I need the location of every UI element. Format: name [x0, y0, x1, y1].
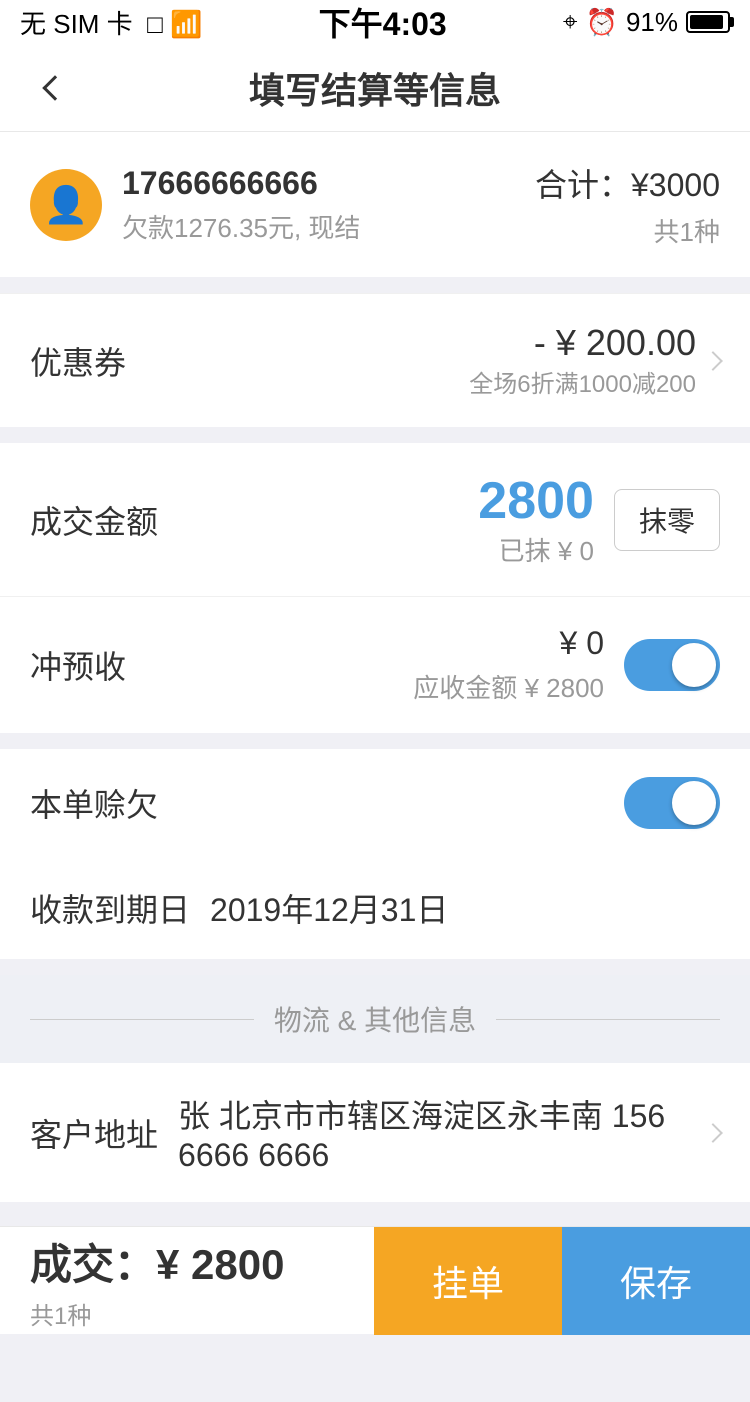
logistics-line-left [30, 1019, 254, 1020]
logistics-line-right [496, 1019, 720, 1020]
total-amount: 合计：¥3000 [535, 160, 720, 206]
round-zero-button[interactable]: 抹零 [614, 489, 720, 551]
coupon-discount: - ¥ 200.00 [469, 322, 696, 364]
address-value: 张 北京市市辖区海淀区永丰南 156 6666 6666 [178, 1091, 706, 1174]
address-row[interactable]: 客户地址 张 北京市市辖区海淀区永丰南 156 6666 6666 [0, 1063, 750, 1202]
logistics-section-header: 物流 & 其他信息 [0, 975, 750, 1063]
section-divider-3 [0, 959, 750, 975]
toggle-thumb [672, 643, 716, 687]
coupon-row[interactable]: 优惠券 - ¥ 200.00 全场6折满1000减200 [0, 293, 750, 427]
coupon-right: - ¥ 200.00 全场6折满1000减200 [469, 322, 720, 399]
prepay-right: ¥ 0 应收金额 ¥ 2800 [413, 625, 720, 705]
customer-card: 👤 17666666666 欠款1276.35元, 现结 合计：¥3000 共1… [0, 132, 750, 277]
customer-debt: 欠款1276.35元, 现结 [122, 208, 360, 245]
bottom-deal-label: 成交：¥ 2800 [30, 1231, 344, 1292]
deal-amount-right: 2800 已抹 ¥ 0 抹零 [478, 471, 720, 568]
clock-icon: ⏰ [586, 7, 618, 38]
duedate-value: 2019年12月31日 [210, 885, 448, 931]
prepay-values: ¥ 0 应收金额 ¥ 2800 [413, 625, 604, 705]
prepay-label: 冲预收 [30, 642, 126, 688]
coupon-desc: 全场6折满1000减200 [469, 364, 696, 399]
total-count: 共1种 [535, 212, 720, 249]
bottom-bar: 成交：¥ 2800 共1种 挂单 保存 [0, 1226, 750, 1334]
header: 填写结算等信息 [0, 44, 750, 132]
debt-section: 本单赊欠 收款到期日 2019年12月31日 [0, 749, 750, 959]
customer-right: 合计：¥3000 共1种 [535, 160, 720, 249]
save-button[interactable]: 保存 [562, 1227, 750, 1335]
status-right: ⌖ ⏰ 91% [563, 6, 730, 38]
deal-section: 成交金额 2800 已抹 ¥ 0 抹零 冲预收 ¥ 0 应收金额 ¥ 2800 [0, 443, 750, 733]
bottom-count: 共1种 [30, 1296, 344, 1331]
logistics-label: 物流 & 其他信息 [274, 999, 476, 1039]
avatar: 👤 [30, 169, 102, 241]
deal-amount-row: 成交金额 2800 已抹 ¥ 0 抹零 [0, 443, 750, 597]
status-left: 无 SIM 卡 □ 📶 [20, 4, 202, 41]
chevron-right-icon [703, 351, 723, 371]
address-label: 客户地址 [30, 1110, 158, 1156]
page-title: 填写结算等信息 [80, 62, 670, 114]
deal-amount-label: 成交金额 [30, 497, 158, 543]
bottom-summary: 成交：¥ 2800 共1种 [0, 1231, 374, 1331]
prepay-row: 冲预收 ¥ 0 应收金额 ¥ 2800 [0, 597, 750, 733]
debt-toggle[interactable] [624, 777, 720, 829]
duedate-label: 收款到期日 [30, 885, 190, 931]
status-time: 下午4:03 [319, 0, 447, 45]
deal-amount-col: 2800 已抹 ¥ 0 [478, 471, 594, 568]
section-divider-2 [0, 733, 750, 749]
debt-row: 本单赊欠 [0, 749, 750, 857]
customer-left: 👤 17666666666 欠款1276.35元, 现结 [30, 165, 360, 245]
main-content: 👤 17666666666 欠款1276.35元, 现结 合计：¥3000 共1… [0, 132, 750, 1402]
coupon-details: - ¥ 200.00 全场6折满1000减200 [469, 322, 696, 399]
customer-phone: 17666666666 [122, 165, 360, 202]
prepay-toggle[interactable] [624, 639, 720, 691]
battery-icon [686, 11, 730, 33]
bottom-deal-amount: ¥ 2800 [156, 1241, 284, 1288]
coupon-label: 优惠券 [30, 338, 126, 384]
address-chevron-icon [703, 1123, 723, 1143]
battery-percent: 91% [626, 7, 678, 38]
status-bar: 无 SIM 卡 □ 📶 下午4:03 ⌖ ⏰ 91% [0, 0, 750, 44]
location-icon: ⌖ [563, 6, 578, 38]
hold-button[interactable]: 挂单 [374, 1227, 562, 1335]
avatar-icon: 👤 [44, 184, 89, 226]
duedate-row: 收款到期日 2019年12月31日 [0, 857, 750, 959]
customer-info: 17666666666 欠款1276.35元, 现结 [122, 165, 360, 245]
deal-sub: 已抹 ¥ 0 [478, 531, 594, 568]
prepay-receivable: 应收金额 ¥ 2800 [413, 668, 604, 705]
back-arrow-icon [42, 75, 67, 100]
section-divider-1 [0, 427, 750, 443]
debt-toggle-thumb [672, 781, 716, 825]
back-button[interactable] [30, 63, 80, 113]
deal-amount-value: 2800 [478, 471, 594, 531]
debt-label: 本单赊欠 [30, 780, 158, 826]
prepay-amount: ¥ 0 [413, 625, 604, 662]
bottom-deal-prefix: 成交： [30, 1241, 156, 1288]
